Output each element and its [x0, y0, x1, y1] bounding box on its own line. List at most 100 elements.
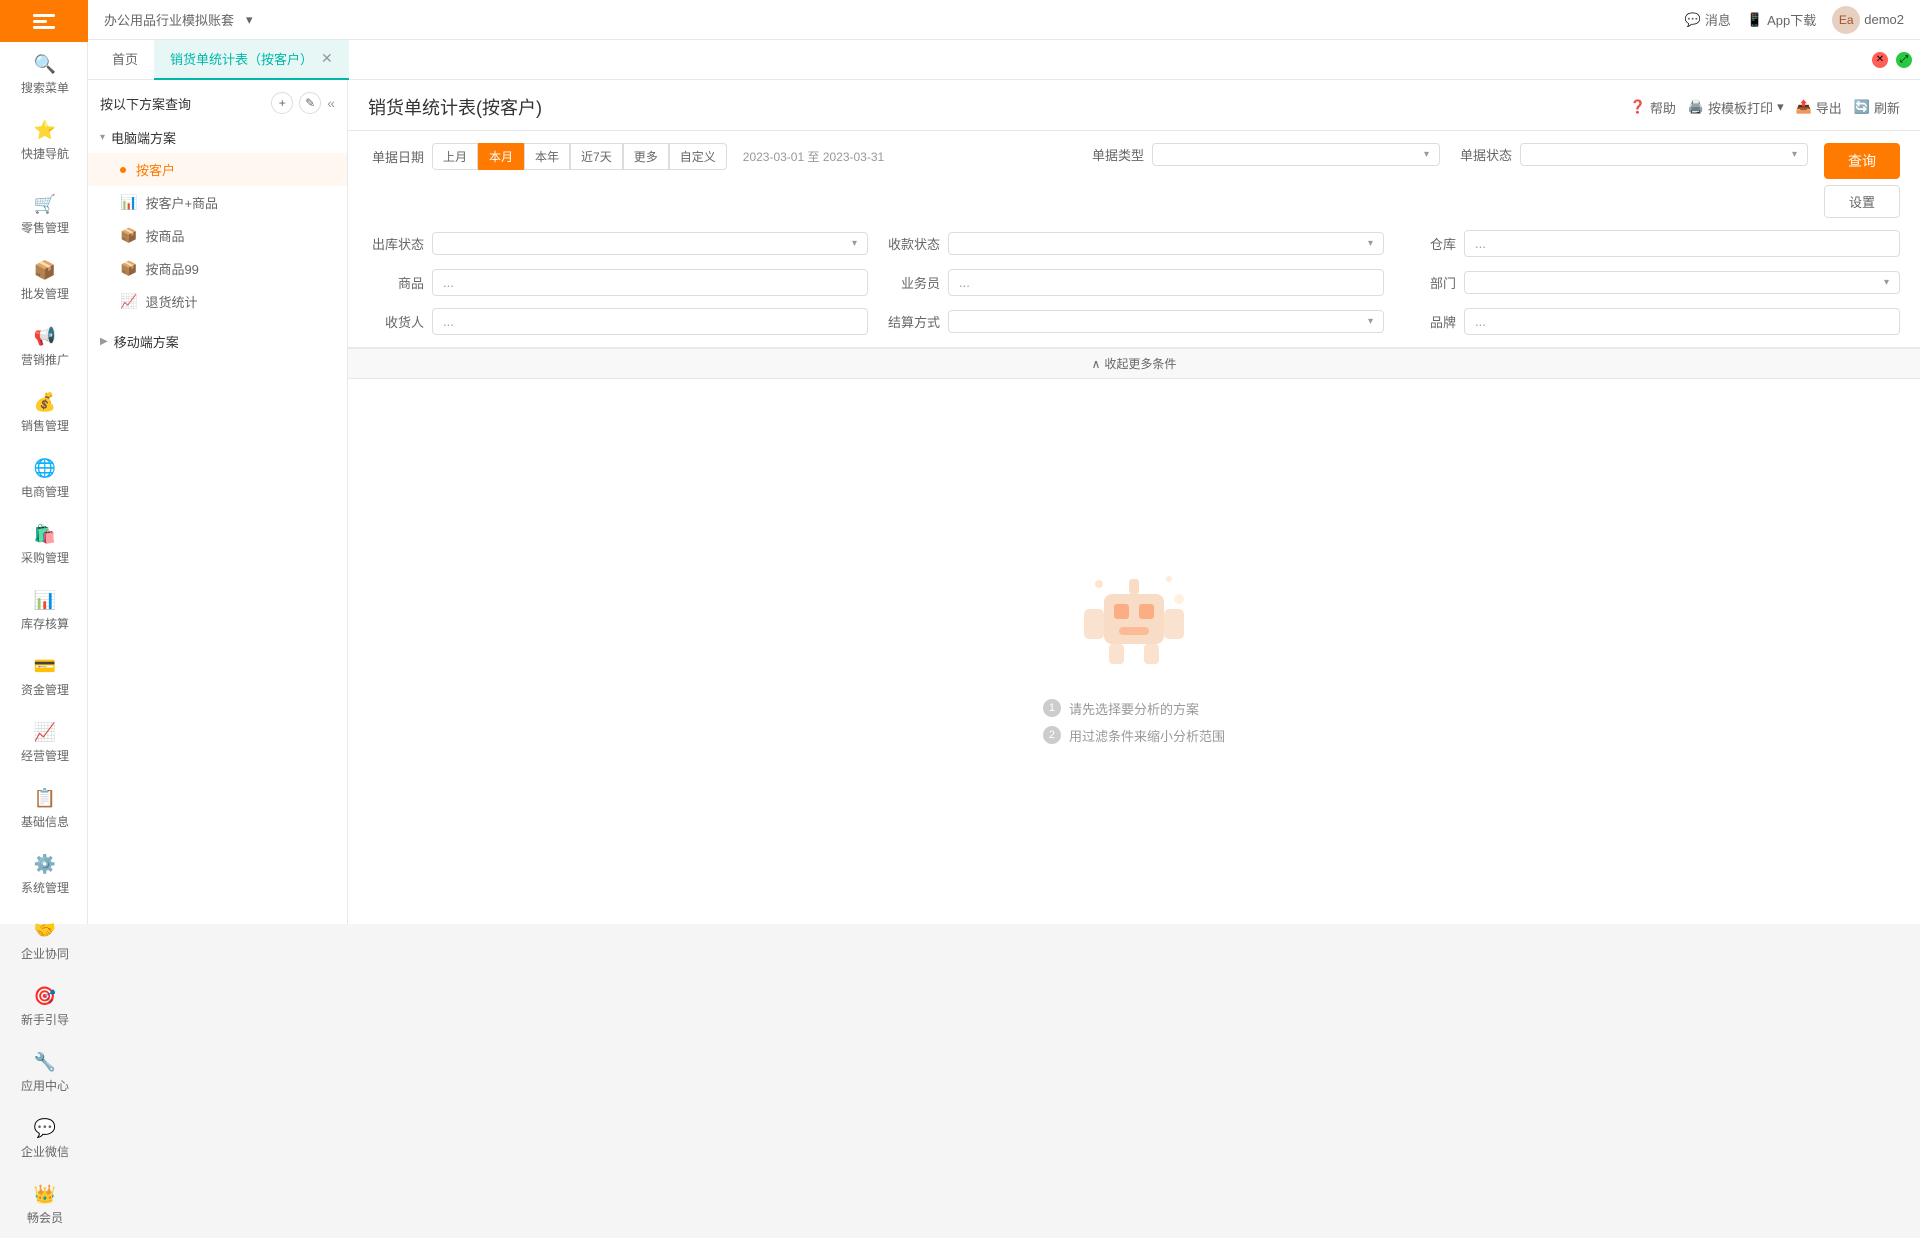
sidebar-item-inventory-check[interactable]: 📊 库存核算 [0, 578, 88, 644]
tree-group-mobile-label: 移动端方案 [114, 332, 179, 351]
sidebar-item-new-guide[interactable]: 🎯 新手引导 [0, 974, 88, 1040]
sidebar-item-operation-mgmt[interactable]: 📈 经营管理 [0, 710, 88, 776]
sidebar-item-marketing[interactable]: 📢 营销推广 [0, 314, 88, 380]
out-status-label: 出库状态 [368, 234, 424, 253]
user-profile-button[interactable]: Ea demo2 [1832, 6, 1904, 34]
sidebar-item-app-center[interactable]: 🔧 应用中心 [0, 1040, 88, 1106]
brand-select[interactable]: ... [1464, 308, 1900, 335]
search-menu-icon: 🔍 [34, 54, 56, 75]
sales-mgmt-icon: 💰 [34, 392, 56, 413]
left-panel: 按以下方案查询 + ✎ « ▾ 电脑端方案 按客户 📊 按客 [88, 80, 348, 924]
tree-item-by-goods[interactable]: 📦 按商品 [88, 219, 347, 252]
collapse-bar[interactable]: ∧ 收起更多条件 [348, 348, 1920, 379]
refresh-button[interactable]: 🔄 刷新 [1854, 98, 1900, 117]
goods-icon: 📦 [120, 227, 137, 244]
dept-select[interactable]: ▾ [1464, 271, 1900, 294]
tree-item-return-stats[interactable]: 📈 退货统计 [88, 285, 347, 318]
message-icon: 💬 [1685, 12, 1701, 28]
collect-status-select[interactable]: ▾ [948, 232, 1384, 255]
doc-type-select[interactable]: ▾ [1152, 143, 1440, 166]
app-download-button[interactable]: 📱 App下载 [1747, 10, 1816, 29]
collect-status-label: 收款状态 [884, 234, 940, 253]
tab-home[interactable]: 首页 [96, 40, 154, 80]
payment-method-label: 结算方式 [884, 312, 940, 331]
doc-status-select[interactable]: ▾ [1520, 143, 1808, 166]
avatar: Ea [1832, 6, 1860, 34]
quick-nav-icon: ⭐ [34, 120, 56, 141]
help-icon: ❓ [1630, 99, 1646, 115]
message-button[interactable]: 💬 消息 [1685, 10, 1731, 29]
date-btn-this-year[interactable]: 本年 [524, 143, 570, 170]
goods-99-icon: 📦 [120, 260, 137, 277]
date-btn-last-month[interactable]: 上月 [432, 143, 478, 170]
sidebar-item-basic-info[interactable]: 📋 基础信息 [0, 776, 88, 842]
out-status-select[interactable]: ▾ [432, 232, 868, 255]
receiver-select[interactable]: ... [432, 308, 868, 335]
print-button[interactable]: 🖨️ 按模板打印 ▾ [1688, 98, 1784, 117]
return-stats-icon: 📈 [120, 293, 137, 310]
right-panel: 销货单统计表(按客户) ❓ 帮助 🖨️ 按模板打印 ▾ 📤 导出 [348, 80, 1920, 924]
window-maximize-button[interactable]: ⤢ [1896, 52, 1912, 68]
warehouse-select[interactable]: ... [1464, 230, 1900, 257]
retail-mgmt-icon: 🛒 [34, 194, 56, 215]
tree-group-desktop-header[interactable]: ▾ 电脑端方案 [88, 122, 347, 153]
tree-item-by-customer[interactable]: 按客户 [88, 153, 347, 186]
tree-item-by-goods-99[interactable]: 📦 按商品99 [88, 252, 347, 285]
settings-button[interactable]: 设置 [1824, 185, 1900, 218]
dept-arrow-icon: ▾ [1884, 277, 1889, 288]
empty-tip-2: 2 用过滤条件来缩小分析范围 [1043, 726, 1225, 745]
sidebar-item-system-mgmt[interactable]: ⚙️ 系统管理 [0, 842, 88, 908]
add-scheme-button[interactable]: + [271, 92, 293, 114]
tree-group-mobile: ▶ 移动端方案 [88, 326, 347, 365]
tree-group-desktop-label: 电脑端方案 [111, 128, 176, 147]
tree-item-by-customer-goods[interactable]: 📊 按客户+商品 [88, 186, 347, 219]
doc-status-label: 单据状态 [1456, 145, 1512, 164]
operation-mgmt-icon: 📈 [34, 722, 56, 743]
tree-item-by-customer-goods-label: 按客户+商品 [145, 193, 218, 212]
sidebar-item-search-menu[interactable]: 🔍 搜索菜单 [0, 42, 88, 108]
wholesale-mgmt-icon: 📦 [34, 260, 56, 281]
collapse-panel-button[interactable]: « [327, 95, 335, 111]
sidebar-item-member[interactable]: 👑 畅会员 [0, 1172, 88, 1238]
sidebar-item-wholesale-mgmt[interactable]: 📦 批发管理 [0, 248, 88, 314]
tree-item-by-goods-label: 按商品 [145, 226, 184, 245]
sidebar-item-purchase-mgmt[interactable]: 🛍️ 采购管理 [0, 512, 88, 578]
export-button[interactable]: 📤 导出 [1796, 98, 1842, 117]
download-icon: 📱 [1747, 12, 1763, 28]
app-logo [0, 0, 88, 42]
page-header: 销货单统计表(按客户) ❓ 帮助 🖨️ 按模板打印 ▾ 📤 导出 [348, 80, 1920, 131]
tab-sales-stats[interactable]: 销货单统计表（按客户） ✕ [154, 40, 349, 80]
warehouse-dots: ... [1475, 236, 1486, 251]
sidebar-item-finance-mgmt[interactable]: 💳 资金管理 [0, 644, 88, 710]
sidebar-item-sales-mgmt[interactable]: 💰 销售管理 [0, 380, 88, 446]
sidebar-item-quick-nav[interactable]: ⭐ 快捷导航 [0, 108, 88, 174]
print-dropdown-icon: ▾ [1777, 99, 1784, 115]
topbar: 办公用品行业模拟账套 ▾ 💬 消息 📱 App下载 Ea demo2 [88, 0, 1920, 40]
tree-expand-icon: ▾ [100, 132, 105, 143]
page-title: 销货单统计表(按客户) [368, 94, 542, 120]
date-btn-this-month[interactable]: 本月 [478, 143, 524, 170]
payment-method-select[interactable]: ▾ [948, 310, 1384, 333]
tab-close-button[interactable]: ✕ [321, 50, 333, 67]
date-btn-more[interactable]: 更多 [623, 143, 669, 170]
goods-select[interactable]: ... [432, 269, 868, 296]
query-button[interactable]: 查询 [1824, 143, 1900, 179]
window-close-button[interactable]: ✕ [1872, 52, 1888, 68]
receiver-dots: ... [443, 314, 454, 329]
dept-label: 部门 [1400, 273, 1456, 292]
date-btn-last-7-days[interactable]: 近7天 [570, 143, 623, 170]
doc-type-label: 单据类型 [1088, 145, 1144, 164]
left-panel-title: 按以下方案查询 [100, 94, 191, 113]
export-icon: 📤 [1796, 99, 1812, 115]
sidebar-item-ecommerce-mgmt[interactable]: 🌐 电商管理 [0, 446, 88, 512]
help-button[interactable]: ❓ 帮助 [1630, 98, 1676, 117]
topbar-dropdown[interactable]: ▾ [246, 12, 253, 28]
date-btn-custom[interactable]: 自定义 [669, 143, 727, 170]
tree-group-mobile-header[interactable]: ▶ 移动端方案 [88, 326, 347, 357]
sidebar-item-enterprise-wechat[interactable]: 💬 企业微信 [0, 1106, 88, 1172]
edit-scheme-button[interactable]: ✎ [299, 92, 321, 114]
sidebar-item-retail-mgmt[interactable]: 🛒 零售管理 [0, 182, 88, 248]
sidebar-item-enterprise-collab[interactable]: 🤝 企业协同 [0, 908, 88, 974]
salesman-select[interactable]: ... [948, 269, 1384, 296]
receiver-label: 收货人 [368, 312, 424, 331]
